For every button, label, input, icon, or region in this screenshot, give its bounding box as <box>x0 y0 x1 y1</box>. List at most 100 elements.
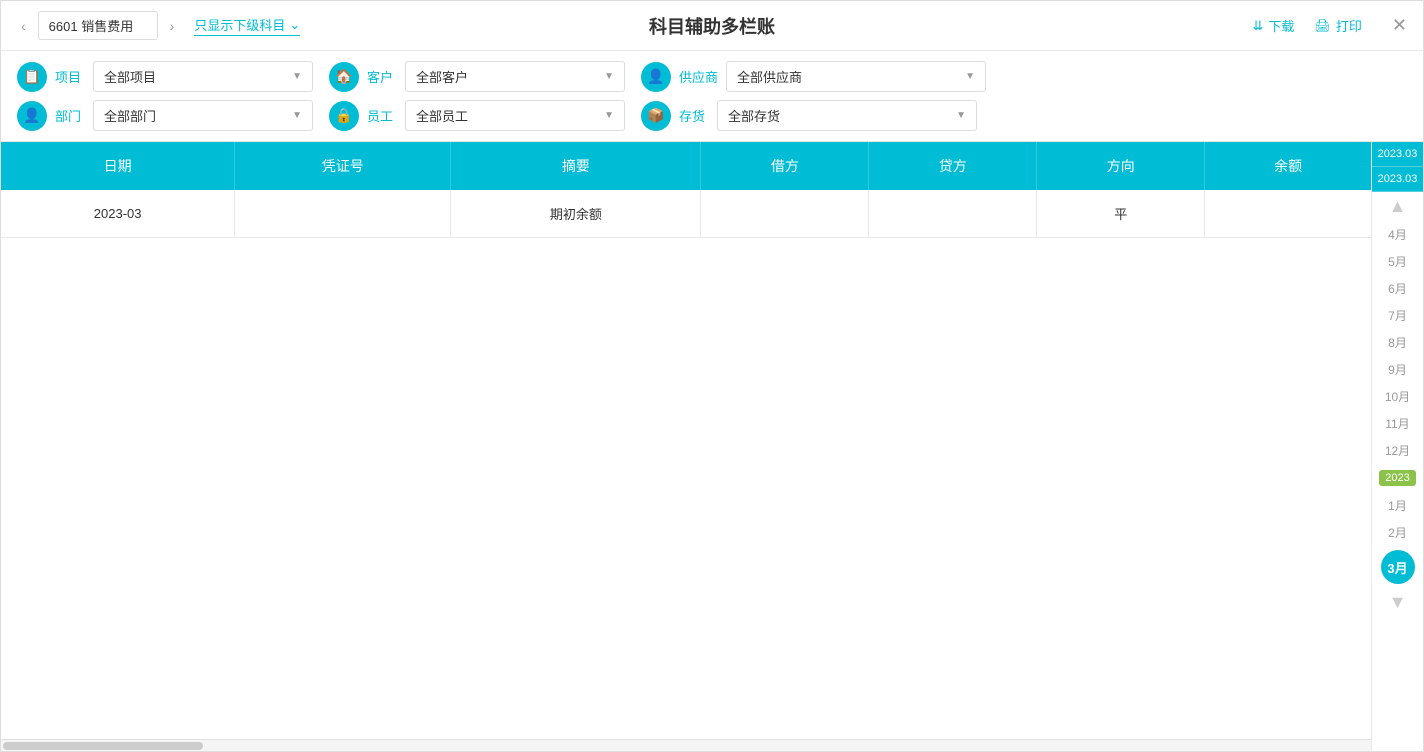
col-summary: 摘要 <box>451 142 701 190</box>
page-title: 科目辅助多栏账 <box>649 13 775 39</box>
filter-department: 👤 部门 全部部门 ▼ <box>17 100 313 131</box>
supplier-icon: 👤 <box>641 62 671 92</box>
close-button[interactable]: ✕ <box>1392 15 1407 36</box>
year-badge-container: 2023 <box>1377 464 1417 492</box>
month-11[interactable]: 11月 <box>1372 410 1423 437</box>
print-label: 打印 <box>1336 16 1362 35</box>
customer-icon: 🏠 <box>329 62 359 92</box>
month-9[interactable]: 9月 <box>1372 356 1423 383</box>
title-bar: ‹ 6601 销售费用 › 只显示下级科目 ⌄ 科目辅助多栏账 ⇊ 下载 🖨 打… <box>1 1 1423 51</box>
project-select[interactable]: 全部项目 ▼ <box>93 61 313 92</box>
account-code[interactable]: 6601 销售费用 <box>38 11 158 40</box>
title-bar-right: ⇊ 下载 🖨 打印 ✕ <box>1252 15 1407 36</box>
cell-direction: 平 <box>1037 190 1205 238</box>
download-icon: ⇊ <box>1252 18 1263 34</box>
show-sub-toggle[interactable]: 只显示下级科目 ⌄ <box>194 15 300 36</box>
employee-arrow: ▼ <box>604 110 614 121</box>
print-icon: 🖨 <box>1314 18 1331 34</box>
next-account-arrow[interactable]: › <box>166 16 179 36</box>
project-value: 全部项目 <box>104 67 156 86</box>
download-button[interactable]: ⇊ 下载 <box>1252 16 1294 35</box>
col-credit: 贷方 <box>869 142 1037 190</box>
data-table: 日期 凭证号 摘要 借方 贷方 方向 余额 2023-03 期初余额 <box>1 142 1371 238</box>
employee-icon: 🔒 <box>329 101 359 131</box>
inventory-value: 全部存货 <box>728 106 780 125</box>
inventory-select[interactable]: 全部存货 ▼ <box>717 100 977 131</box>
inventory-label: 存货 <box>679 106 709 125</box>
cell-voucher <box>235 190 451 238</box>
current-month-container[interactable]: 3月 <box>1379 546 1417 588</box>
customer-value: 全部客户 <box>416 67 468 86</box>
inventory-arrow: ▼ <box>956 110 966 121</box>
col-direction: 方向 <box>1037 142 1205 190</box>
project-label: 项目 <box>55 67 85 86</box>
month-10[interactable]: 10月 <box>1372 383 1423 410</box>
employee-label: 员工 <box>367 106 397 125</box>
cell-date: 2023-03 <box>1 190 235 238</box>
cell-summary: 期初余额 <box>451 190 701 238</box>
inventory-icon: 📦 <box>641 101 671 131</box>
month-12[interactable]: 12月 <box>1372 437 1423 464</box>
title-bar-left: ‹ 6601 销售费用 › 只显示下级科目 ⌄ <box>17 11 300 40</box>
employee-select[interactable]: 全部员工 ▼ <box>405 100 625 131</box>
month-1[interactable]: 1月 <box>1372 492 1423 519</box>
scroll-thumb[interactable] <box>3 742 203 750</box>
department-icon: 👤 <box>17 101 47 131</box>
project-arrow: ▼ <box>292 71 302 82</box>
scroll-up-arrow[interactable]: ▲ <box>1385 192 1411 221</box>
filter-row-2: 👤 部门 全部部门 ▼ 🔒 员工 全部员工 ▼ 📦 存货 全部存货 <box>17 100 1407 131</box>
cell-debit <box>701 190 869 238</box>
month-8[interactable]: 8月 <box>1372 329 1423 356</box>
department-value: 全部部门 <box>104 106 156 125</box>
download-label: 下载 <box>1268 16 1294 35</box>
col-voucher: 凭证号 <box>235 142 451 190</box>
current-month-badge[interactable]: 3月 <box>1381 550 1415 584</box>
supplier-label: 供应商 <box>679 67 718 86</box>
table-row: 2023-03 期初余额 平 <box>1 190 1371 238</box>
col-debit: 借方 <box>701 142 869 190</box>
horizontal-scrollbar[interactable] <box>1 739 1371 751</box>
filter-employee: 🔒 员工 全部员工 ▼ <box>329 100 625 131</box>
customer-arrow: ▼ <box>604 71 614 82</box>
period-top-2[interactable]: 2023.03 <box>1372 167 1423 192</box>
month-7[interactable]: 7月 <box>1372 302 1423 329</box>
month-4[interactable]: 4月 <box>1372 221 1423 248</box>
filter-customer: 🏠 客户 全部客户 ▼ <box>329 61 625 92</box>
col-date: 日期 <box>1 142 235 190</box>
filter-inventory: 📦 存货 全部存货 ▼ <box>641 100 977 131</box>
filter-row-1: 📋 项目 全部项目 ▼ 🏠 客户 全部客户 ▼ 👤 供应商 全部供应 <box>17 61 1407 92</box>
scroll-down-arrow[interactable]: ▼ <box>1385 588 1411 617</box>
cell-balance <box>1205 190 1371 238</box>
month-6[interactable]: 6月 <box>1372 275 1423 302</box>
filter-supplier: 👤 供应商 全部供应商 ▼ <box>641 61 986 92</box>
month-5[interactable]: 5月 <box>1372 248 1423 275</box>
right-sidebar: 2023.03 2023.03 ▲ 4月 5月 6月 7月 8月 9月 10月 … <box>1371 142 1423 751</box>
main-table-area: 日期 凭证号 摘要 借方 贷方 方向 余额 2023-03 期初余额 <box>1 142 1371 751</box>
supplier-select[interactable]: 全部供应商 ▼ <box>726 61 986 92</box>
period-top-1[interactable]: 2023.03 <box>1372 142 1423 167</box>
table-header-row: 日期 凭证号 摘要 借方 贷方 方向 余额 <box>1 142 1371 190</box>
supplier-value: 全部供应商 <box>737 67 802 86</box>
chevron-down-icon: ⌄ <box>289 17 300 33</box>
department-label: 部门 <box>55 106 85 125</box>
content-area: 日期 凭证号 摘要 借方 贷方 方向 余额 2023-03 期初余额 <box>1 142 1423 751</box>
show-sub-label: 只显示下级科目 <box>194 15 285 34</box>
customer-select[interactable]: 全部客户 ▼ <box>405 61 625 92</box>
print-button[interactable]: 🖨 打印 <box>1314 16 1362 35</box>
filter-project: 📋 项目 全部项目 ▼ <box>17 61 313 92</box>
department-select[interactable]: 全部部门 ▼ <box>93 100 313 131</box>
col-balance: 余额 <box>1205 142 1371 190</box>
supplier-arrow: ▼ <box>965 71 975 82</box>
year-badge: 2023 <box>1379 470 1415 486</box>
filter-area: 📋 项目 全部项目 ▼ 🏠 客户 全部客户 ▼ 👤 供应商 全部供应 <box>1 51 1423 142</box>
prev-account-arrow[interactable]: ‹ <box>17 16 30 36</box>
cell-credit <box>869 190 1037 238</box>
period-top-2-label: 2023.03 <box>1378 173 1418 185</box>
project-icon: 📋 <box>17 62 47 92</box>
period-top-1-label: 2023.03 <box>1378 148 1418 160</box>
table-empty-area <box>1 238 1371 739</box>
month-2[interactable]: 2月 <box>1372 519 1423 546</box>
customer-label: 客户 <box>367 67 397 86</box>
department-arrow: ▼ <box>292 110 302 121</box>
employee-value: 全部员工 <box>416 106 468 125</box>
